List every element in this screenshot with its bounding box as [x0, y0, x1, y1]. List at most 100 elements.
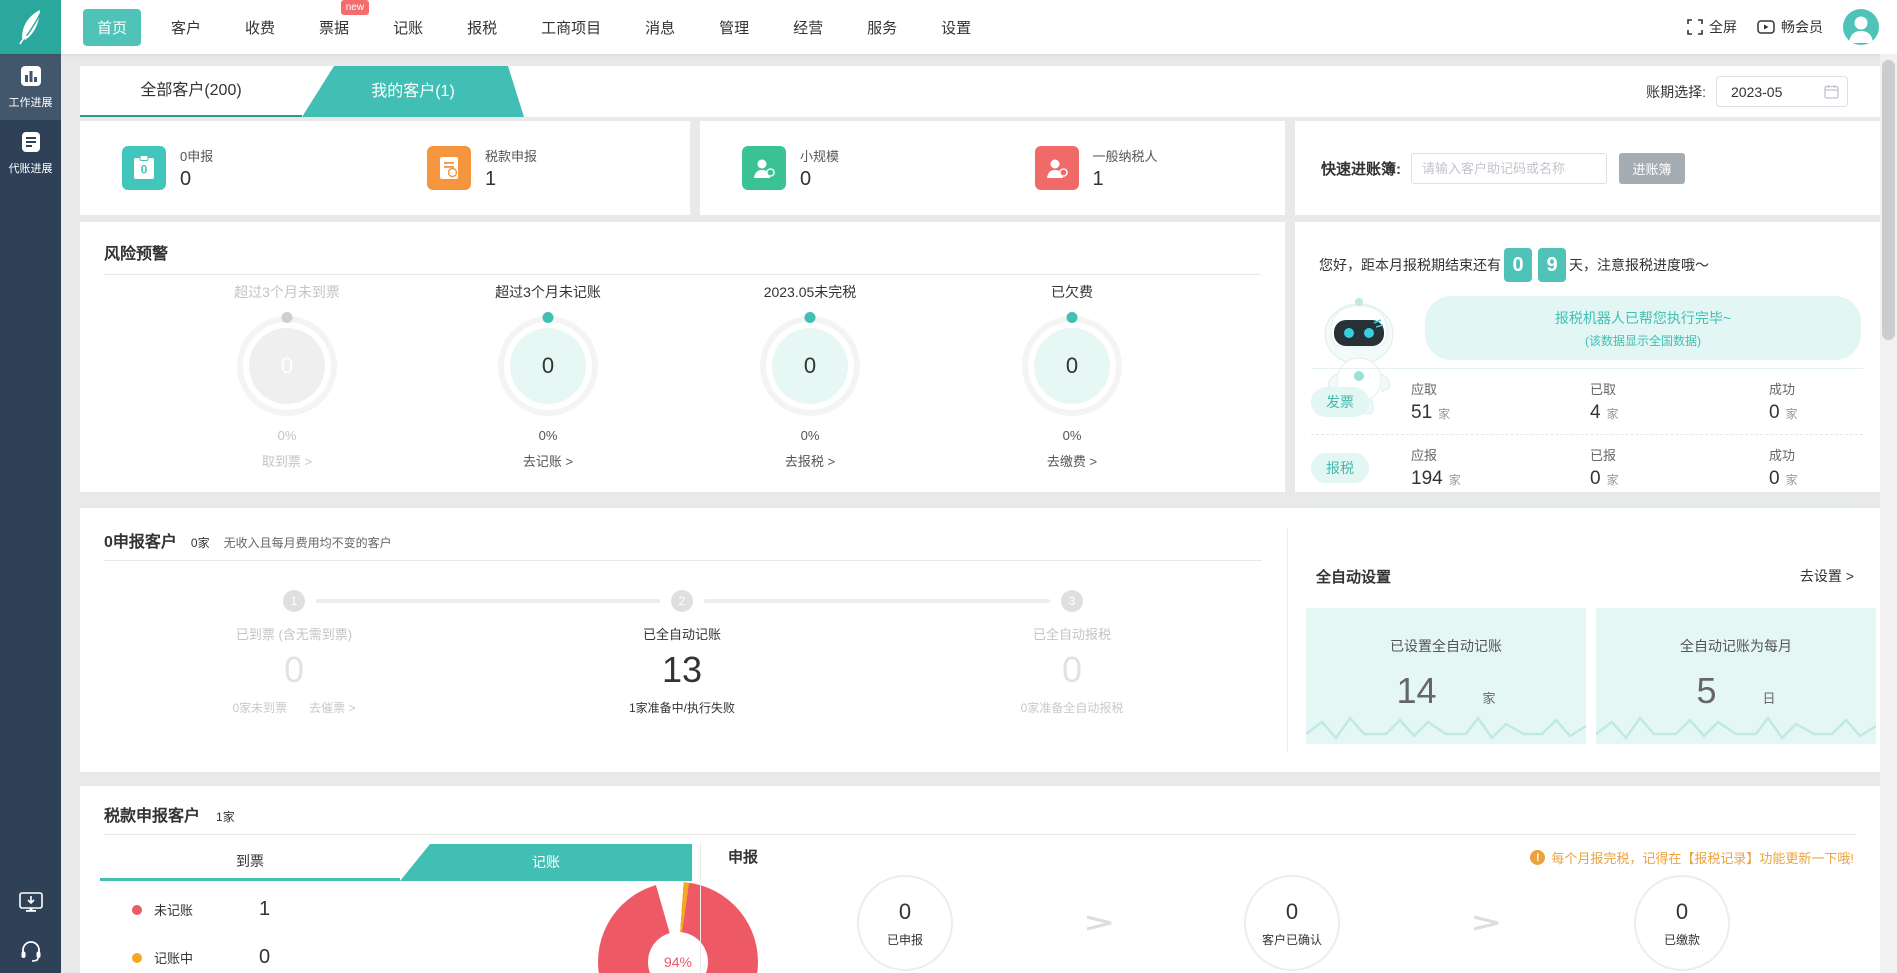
donut-percent-label: 94%: [648, 932, 708, 973]
risk-link-go-pay[interactable]: 去缴费 >: [962, 451, 1182, 470]
risk-link-get-invoice[interactable]: 取到票 >: [177, 451, 397, 470]
gauge-dot: [804, 312, 816, 323]
tax-record-notice: ! 每个月报完税，记得在【报税记录】功能更新一下哦!: [1530, 848, 1854, 867]
tax-declare-header: 税款申报客户 1家: [104, 802, 235, 826]
stat-general-taxpayer: 一般纳税人 1: [993, 121, 1286, 215]
bookkeeping-donut-chart: 94%: [598, 882, 758, 973]
user-avatar-icon: [1849, 16, 1873, 43]
nav-item-invoices[interactable]: 票据 new: [305, 0, 370, 46]
stat-value: 1: [1092, 167, 1104, 190]
customer-search-input[interactable]: [1411, 152, 1607, 184]
risk-link-go-bookkeeping[interactable]: 去记账 >: [438, 451, 658, 470]
stat-label: 小规模: [800, 148, 840, 164]
step-value: 0: [283, 649, 305, 690]
auto-card-label: 已设置全自动记账: [1390, 638, 1502, 654]
client-download-icon[interactable]: [18, 891, 44, 915]
nav-item-messages[interactable]: 消息: [631, 9, 689, 46]
member-button[interactable]: 畅会员: [1757, 17, 1823, 37]
declare-section-title: 申报: [728, 849, 759, 866]
sidebar-item-work-progress[interactable]: 工作进展: [0, 54, 61, 120]
stats-card-declare: 0 0申报 0 税款申报 1: [80, 121, 690, 215]
nav-item-business-projects[interactable]: 工商项目: [527, 9, 615, 46]
step-invoice-arrived: 1 已到票 (含无需到票) 0 0家未到票 去催票 >: [164, 590, 424, 716]
bar-chart-icon: [20, 66, 41, 86]
divider: [104, 560, 1262, 561]
days-digit-1: 0: [1504, 248, 1532, 282]
greeting-prefix: 您好，距本月报税期结束还有: [1319, 257, 1501, 273]
divider: [104, 274, 1261, 275]
nav-item-management[interactable]: 管理: [705, 9, 763, 46]
auto-card-unit: 日: [1762, 691, 1776, 706]
risk-percent: 0%: [538, 428, 558, 443]
gauge-dot: [1066, 312, 1078, 323]
days-digit-2: 9: [1538, 248, 1566, 282]
dashboard-page: 首页 客户 收费 票据 new 记账 报税 工商项目 消息 管理 经营 服务 设置…: [0, 0, 1897, 973]
customer-tab-strip: 全部客户(200) 我的客户(1) 账期选择: 2023-05: [80, 66, 1880, 117]
nav-item-bookkeeping[interactable]: 记账: [379, 9, 437, 46]
customer-service-headset-icon[interactable]: [19, 939, 43, 963]
circle-label: 客户已确认: [1261, 932, 1322, 947]
fullscreen-button[interactable]: 全屏: [1687, 17, 1737, 37]
risk-link-go-tax-filing[interactable]: 去报税 >: [700, 451, 920, 470]
member-play-icon: [1757, 20, 1775, 34]
risk-item-fees-owed: 已欠费 0 0% 去缴费 >: [962, 282, 1182, 470]
tab-bookkeeping[interactable]: 记账: [400, 844, 692, 881]
nav-item-tax-filing[interactable]: 报税: [453, 9, 511, 46]
step-number: 1: [283, 590, 305, 612]
deadline-greeting: 您好，距本月报税期结束还有 0 9 天，注意报税进度哦～: [1319, 248, 1709, 282]
risk-item-tax-unfinished: 2023.05未完税 0 0% 去报税 >: [700, 282, 920, 470]
period-label: 账期选择:: [1646, 83, 1706, 100]
calendar-icon: [1824, 85, 1839, 99]
sidebar-item-bookkeeping-progress[interactable]: 代账进展: [0, 120, 61, 186]
tax-declare-panel: 税款申报客户 1家 到票 记账 未记账 1 记账中 0 94% 申报 ! 每个月…: [80, 786, 1880, 973]
top-navigation-bar: 首页 客户 收费 票据 new 记账 报税 工商项目 消息 管理 经营 服务 设置…: [0, 0, 1897, 54]
ecg-line-decoration: [1306, 715, 1586, 741]
step-label: 已到票 (含无需到票): [235, 627, 353, 642]
go-settings-link[interactable]: 去设置 >: [1800, 566, 1854, 586]
user-avatar[interactable]: [1843, 9, 1879, 45]
legend-not-booked: 未记账 1: [132, 898, 270, 921]
risk-percent: 0%: [800, 428, 820, 443]
legend-label: 未记账: [154, 903, 194, 918]
notice-text: 每个月报完税，记得在【报税记录】功能更新一下哦!: [1551, 851, 1854, 866]
vertical-scrollbar[interactable]: [1880, 54, 1897, 973]
period-select[interactable]: 2023-05: [1716, 76, 1848, 107]
tab-invoice-arrival[interactable]: 到票: [100, 844, 400, 881]
sidebar-item-work-progress-label: 工作进展: [8, 97, 53, 109]
declared-circle: 0 已申报: [857, 875, 953, 971]
sidebar-bottom-tools: [0, 891, 61, 963]
stat-small-scale: 小规模 0: [700, 121, 993, 215]
nav-item-operations[interactable]: 经营: [779, 9, 837, 46]
tab-my-customers[interactable]: 我的客户(1): [302, 66, 524, 117]
tab-all-customers[interactable]: 全部客户(200): [80, 66, 302, 117]
nav-item-customers[interactable]: 客户: [157, 9, 215, 46]
tax-declare-count: 1家: [216, 810, 235, 824]
fullscreen-label: 全屏: [1709, 19, 1737, 35]
tax-col-filed: 已报 0家: [1590, 448, 1619, 489]
nav-item-settings[interactable]: 设置: [927, 9, 985, 46]
risk-panel-title: 风险预警: [104, 246, 169, 263]
invoice-row: 发票 应取 51 家 已取 4家 成功 0家: [1311, 369, 1863, 434]
ledger-icon: [21, 132, 40, 152]
step-value: 13: [661, 649, 703, 690]
tax-col-due: 应报 194 家: [1411, 448, 1461, 489]
app-logo[interactable]: [0, 0, 61, 54]
scrollbar-thumb[interactable]: [1882, 60, 1895, 340]
invoice-col-success: 成功 0家: [1769, 382, 1798, 423]
nav-item-services[interactable]: 服务: [853, 9, 911, 46]
auto-card-unit: 家: [1482, 691, 1496, 706]
risk-percent: 0%: [1062, 428, 1082, 443]
nav-item-home[interactable]: 首页: [83, 8, 142, 46]
stat-label: 0申报: [180, 148, 214, 164]
circle-value: 0: [898, 898, 912, 924]
clipboard-zero-icon: 0: [122, 146, 166, 190]
nav-item-fees[interactable]: 收费: [231, 9, 289, 46]
stat-label: 税款申报: [485, 148, 538, 164]
left-sidebar: 工作进展 代账进展: [0, 54, 61, 973]
chevron-right-icon: [1083, 914, 1117, 937]
risk-item-no-invoice: 超过3个月未到票 0 0% 取到票 >: [177, 282, 397, 470]
chevron-right-icon: [1470, 914, 1504, 937]
enter-ledger-button[interactable]: 进账簿: [1619, 152, 1685, 184]
auto-card-label: 全自动记账为每月: [1680, 638, 1792, 654]
urge-invoice-link[interactable]: 去催票 >: [309, 699, 355, 716]
